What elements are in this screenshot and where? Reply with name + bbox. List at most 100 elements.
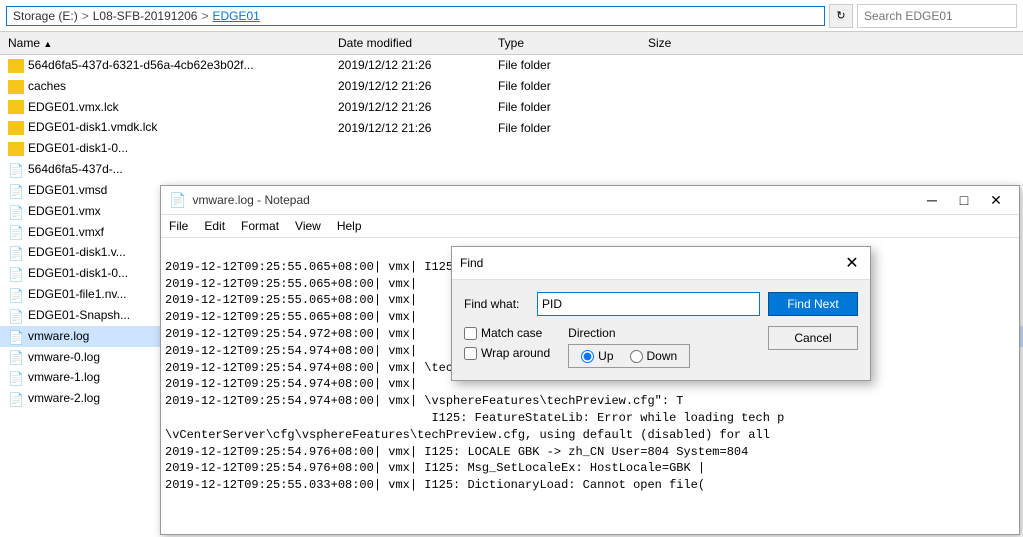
- direction-group: Up Down: [568, 344, 690, 368]
- file-name: EDGE01.vmx.lck: [28, 100, 119, 114]
- file-name: vmware-0.log: [28, 350, 100, 364]
- direction-down-option[interactable]: Down: [630, 349, 678, 363]
- close-button[interactable]: ✕: [981, 190, 1011, 210]
- direction-up-radio[interactable]: [581, 350, 594, 363]
- file-name-cell[interactable]: 564d6fa5-437d-6321-d56a-4cb62e3b02f...: [0, 55, 330, 76]
- path-edge01[interactable]: EDGE01: [212, 9, 259, 23]
- find-next-button[interactable]: Find Next: [768, 292, 858, 316]
- notepad-title-area: 📄 vmware.log - Notepad: [169, 192, 310, 209]
- file-size-cell: [640, 117, 1023, 138]
- direction-down-radio[interactable]: [630, 350, 643, 363]
- cancel-button[interactable]: Cancel: [768, 326, 858, 350]
- log-line-3: 2019-12-12T09:25:55.065+08:00| vmx|: [165, 293, 424, 307]
- file-size-cell: [640, 55, 1023, 76]
- log-line-11: \vCenterServer\cfg\vsphereFeatures\techP…: [165, 428, 770, 442]
- file-type-cell: [490, 159, 640, 180]
- maximize-button[interactable]: □: [949, 190, 979, 210]
- file-name: vmware-1.log: [28, 370, 100, 384]
- refresh-button[interactable]: ↻: [829, 4, 853, 28]
- direction-up-label: Up: [598, 349, 613, 363]
- direction-up-option[interactable]: Up: [581, 349, 613, 363]
- search-input[interactable]: [857, 4, 1017, 28]
- file-name-cell[interactable]: caches: [0, 76, 330, 97]
- col-name[interactable]: Name ▲: [0, 32, 330, 55]
- log-line-13: 2019-12-12T09:25:54.976+08:00| vmx| I125…: [165, 461, 705, 475]
- file-date-cell: [330, 159, 490, 180]
- find-options-left: Match case Wrap around: [464, 326, 550, 360]
- log-line-8: 2019-12-12T09:25:54.974+08:00| vmx|: [165, 377, 424, 391]
- file-name: 564d6fa5-437d-...: [28, 162, 123, 176]
- file-size-cell: [640, 138, 1023, 159]
- table-row[interactable]: EDGE01.vmx.lck 2019/12/12 21:26 File fol…: [0, 97, 1023, 118]
- file-size-cell: [640, 97, 1023, 118]
- menu-file[interactable]: File: [161, 217, 196, 235]
- file-name-cell[interactable]: EDGE01-disk1-0...: [0, 138, 330, 159]
- file-name: vmware.log: [28, 329, 89, 343]
- find-titlebar: Find ✕: [452, 247, 870, 280]
- find-close-button[interactable]: ✕: [842, 253, 862, 273]
- log-line-14: 2019-12-12T09:25:55.033+08:00| vmx| I125…: [165, 478, 705, 492]
- file-date-cell: 2019/12/12 21:26: [330, 97, 490, 118]
- table-row[interactable]: EDGE01-disk1.vmdk.lck 2019/12/12 21:26 F…: [0, 117, 1023, 138]
- menu-format[interactable]: Format: [233, 217, 287, 235]
- notepad-titlebar: 📄 vmware.log - Notepad ─ □ ✕: [161, 186, 1019, 215]
- file-name: EDGE01-Snapsh...: [28, 308, 130, 322]
- file-name-cell[interactable]: EDGE01-disk1.vmdk.lck: [0, 117, 330, 138]
- table-row[interactable]: 564d6fa5-437d-6321-d56a-4cb62e3b02f... 2…: [0, 55, 1023, 76]
- match-case-checkbox[interactable]: [464, 327, 477, 340]
- find-options-row: Match case Wrap around Direction Up: [464, 326, 858, 368]
- file-name: vmware-2.log: [28, 391, 100, 405]
- path-l08[interactable]: L08-SFB-20191206: [93, 9, 198, 23]
- log-line-5: 2019-12-12T09:25:54.972+08:00| vmx|: [165, 327, 424, 341]
- file-name: EDGE01.vmsd: [28, 183, 107, 197]
- find-what-label: Find what:: [464, 297, 529, 311]
- log-line-4: 2019-12-12T09:25:55.065+08:00| vmx|: [165, 310, 424, 324]
- find-what-input[interactable]: [537, 292, 760, 316]
- direction-label: Direction: [568, 326, 615, 340]
- find-dialog: Find ✕ Find what: Find Next Match case: [451, 246, 871, 381]
- file-name: EDGE01-disk1-0...: [28, 141, 128, 155]
- wrap-around-label: Wrap around: [481, 346, 550, 360]
- menu-view[interactable]: View: [287, 217, 329, 235]
- notepad-window: 📄 vmware.log - Notepad ─ □ ✕ File Edit F…: [160, 185, 1020, 535]
- file-type-cell: File folder: [490, 117, 640, 138]
- file-date-cell: 2019/12/12 21:26: [330, 117, 490, 138]
- table-row[interactable]: caches 2019/12/12 21:26 File folder: [0, 76, 1023, 97]
- table-row[interactable]: EDGE01-disk1-0...: [0, 138, 1023, 159]
- minimize-button[interactable]: ─: [917, 190, 947, 210]
- log-line-10: I125: FeatureStateLib: Error while loadi…: [165, 411, 784, 425]
- wrap-around-option[interactable]: Wrap around: [464, 346, 550, 360]
- address-path[interactable]: Storage (E:) > L08-SFB-20191206 > EDGE01: [6, 6, 825, 26]
- file-name: EDGE01-disk1-0...: [28, 266, 128, 280]
- col-type[interactable]: Type: [490, 32, 640, 55]
- file-name: EDGE01.vmxf: [28, 225, 104, 239]
- menu-edit[interactable]: Edit: [196, 217, 233, 235]
- col-size[interactable]: Size: [640, 32, 1023, 55]
- file-name-cell[interactable]: 📄564d6fa5-437d-...: [0, 159, 330, 180]
- direction-down-label: Down: [647, 349, 678, 363]
- log-line-6: 2019-12-12T09:25:54.974+08:00| vmx|: [165, 344, 424, 358]
- log-line-2: 2019-12-12T09:25:55.065+08:00| vmx|: [165, 277, 424, 291]
- file-size-cell: [640, 159, 1023, 180]
- file-type-cell: File folder: [490, 55, 640, 76]
- match-case-label: Match case: [481, 326, 542, 340]
- direction-area: Direction Up Down: [568, 326, 760, 368]
- table-row[interactable]: 📄564d6fa5-437d-...: [0, 159, 1023, 180]
- notepad-controls: ─ □ ✕: [917, 190, 1011, 210]
- notepad-title-text: vmware.log - Notepad: [192, 193, 309, 207]
- match-case-option[interactable]: Match case: [464, 326, 550, 340]
- file-name: EDGE01-disk1.v...: [28, 245, 126, 259]
- path-storage[interactable]: Storage (E:): [13, 9, 78, 23]
- file-name-cell[interactable]: EDGE01.vmx.lck: [0, 97, 330, 118]
- file-type-cell: File folder: [490, 76, 640, 97]
- find-what-row: Find what: Find Next: [464, 292, 858, 316]
- menu-help[interactable]: Help: [329, 217, 370, 235]
- file-type-cell: File folder: [490, 97, 640, 118]
- log-line-12: 2019-12-12T09:25:54.976+08:00| vmx| I125…: [165, 445, 748, 459]
- col-date[interactable]: Date modified: [330, 32, 490, 55]
- file-type-cell: [490, 138, 640, 159]
- find-body: Find what: Find Next Match case Wrap aro…: [452, 280, 870, 380]
- find-dialog-title: Find: [460, 256, 483, 270]
- table-header-row: Name ▲ Date modified Type Size: [0, 32, 1023, 55]
- wrap-around-checkbox[interactable]: [464, 347, 477, 360]
